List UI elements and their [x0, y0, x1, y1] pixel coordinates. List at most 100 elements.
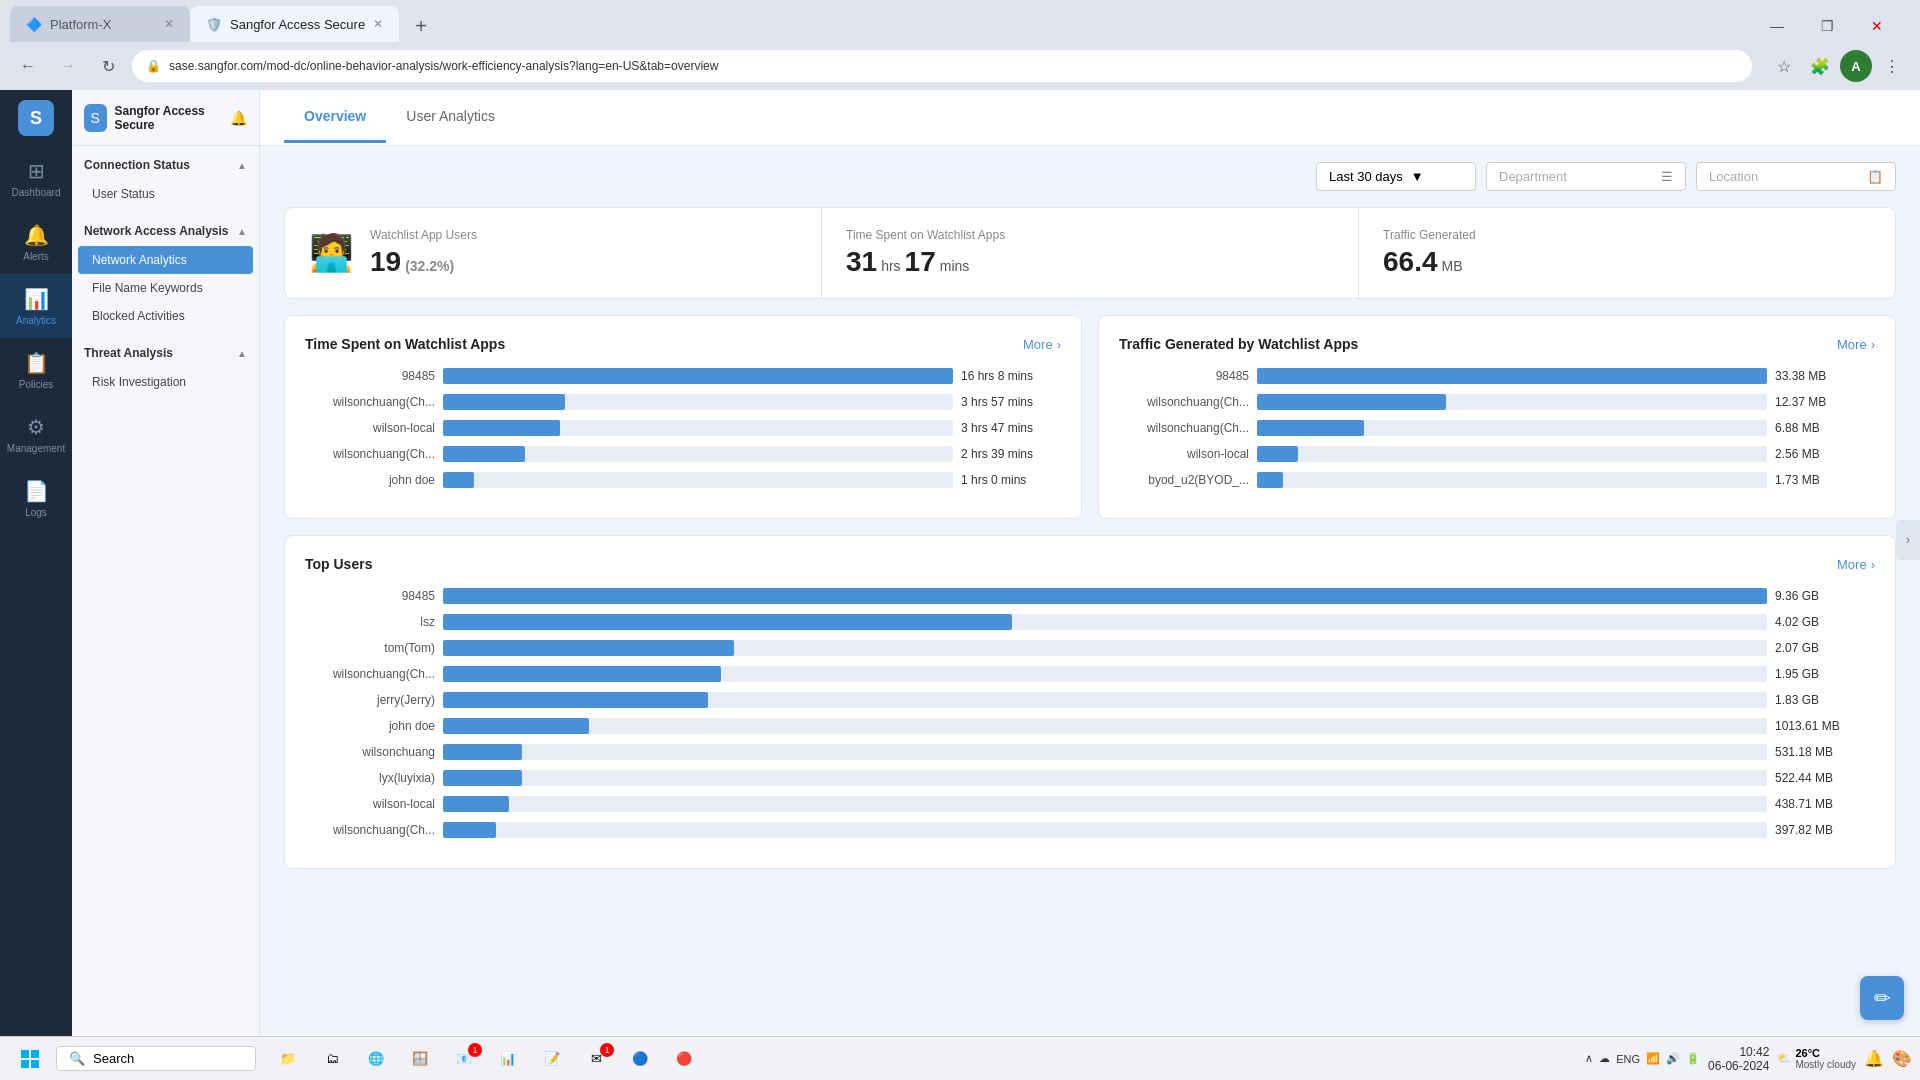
connection-status-chevron: ▲: [237, 160, 247, 171]
refresh-button[interactable]: ↻: [92, 50, 124, 82]
sidebar-item-alerts[interactable]: 🔔 Alerts: [0, 210, 72, 274]
chevron-up-icon[interactable]: ∧: [1585, 1052, 1593, 1065]
bar-fill: [443, 796, 509, 812]
sidebar-item-logs[interactable]: 📄 Logs: [0, 466, 72, 530]
bar-value: 3 hrs 47 mins: [961, 421, 1061, 435]
bar-fill: [443, 368, 953, 384]
location-input[interactable]: Location 📋: [1696, 162, 1896, 191]
management-icon: ⚙: [27, 415, 45, 439]
department-placeholder: Department: [1499, 169, 1567, 184]
close-button[interactable]: ✕: [1854, 10, 1900, 42]
tab-overview[interactable]: Overview: [284, 92, 386, 143]
tab1-favicon: 🔷: [26, 17, 42, 32]
sidebar-item-dashboard[interactable]: ⊞ Dashboard: [0, 146, 72, 210]
time-spent-more-button[interactable]: More ›: [1023, 337, 1061, 352]
bar-label: wilsonchuang(Ch...: [305, 667, 435, 681]
bar-fill: [1257, 394, 1446, 410]
traffic-more-button[interactable]: More ›: [1837, 337, 1875, 352]
sidebar-item-analytics[interactable]: 📊 Analytics: [0, 274, 72, 338]
new-tab-button[interactable]: +: [407, 11, 435, 42]
taskbar-app-explorer[interactable]: 🗂: [312, 1041, 352, 1077]
department-input[interactable]: Department ☰: [1486, 162, 1686, 191]
sidebar-item-management[interactable]: ⚙ Management: [0, 402, 72, 466]
bar-fill: [443, 394, 565, 410]
bar-value: 12.37 MB: [1775, 395, 1875, 409]
browser-tab-1[interactable]: 🔷 Platform-X ✕: [10, 6, 190, 42]
taskbar-app-teams[interactable]: ✉ 1: [576, 1041, 616, 1077]
blocked-activities-label: Blocked Activities: [92, 309, 185, 323]
bar-value: 3 hrs 57 mins: [961, 395, 1061, 409]
search-icon: 🔍: [69, 1051, 85, 1066]
taskbar-app-powerpoint[interactable]: 📊: [488, 1041, 528, 1077]
bar-row: lsz4.02 GB: [305, 614, 1875, 630]
policies-icon: 📋: [24, 351, 49, 375]
sidebar-item-blocked-activities[interactable]: Blocked Activities: [72, 302, 259, 330]
taskbar-time[interactable]: 10:42 06-06-2024: [1708, 1045, 1769, 1073]
panel-bell-icon[interactable]: 🔔: [230, 110, 247, 126]
taskbar-app-store[interactable]: 🪟: [400, 1041, 440, 1077]
traffic-chart: Traffic Generated by Watchlist Apps More…: [1098, 315, 1896, 519]
maximize-button[interactable]: ❐: [1804, 10, 1850, 42]
bar-value: 2 hrs 39 mins: [961, 447, 1061, 461]
extensions-button[interactable]: 🧩: [1804, 50, 1836, 82]
bookmark-button[interactable]: ☆: [1768, 50, 1800, 82]
bar-track: [443, 744, 1767, 760]
taskbar-app-chrome[interactable]: 🔵: [620, 1041, 660, 1077]
sidebar-item-policies[interactable]: 📋 Policies: [0, 338, 72, 402]
traffic-chart-title: Traffic Generated by Watchlist Apps: [1119, 336, 1358, 352]
connection-status-label: Connection Status: [84, 158, 190, 172]
teams-badge: 1: [600, 1043, 614, 1057]
network-access-header[interactable]: Network Access Analysis ▲: [72, 216, 259, 246]
start-button[interactable]: [8, 1041, 52, 1077]
taskbar-sys-tray: ∧ ☁ ENG 📶 🔊 🔋: [1585, 1052, 1700, 1065]
taskbar-apps: 📁 🗂 🌐 🪟 📧 1 📊 📝 ✉ 1 🔵 🔴: [268, 1041, 704, 1077]
taskbar-app-files[interactable]: 📁: [268, 1041, 308, 1077]
date-range-chevron: ▼: [1411, 169, 1424, 184]
network-access-label: Network Access Analysis: [84, 224, 229, 238]
bar-row: jerry(Jerry)1.83 GB: [305, 692, 1875, 708]
taskbar-app-word[interactable]: 📝: [532, 1041, 572, 1077]
bar-fill: [443, 446, 525, 462]
taskbar-search[interactable]: 🔍 Search: [56, 1046, 256, 1071]
svg-rect-0: [21, 1050, 29, 1058]
taskbar-app-outlook[interactable]: 📧 1: [444, 1041, 484, 1077]
bar-row: 9848533.38 MB: [1119, 368, 1875, 384]
address-bar[interactable]: 🔒 sase.sangfor.com/mod-dc/online-behavio…: [132, 50, 1752, 82]
sidebar-item-risk-investigation[interactable]: Risk Investigation: [72, 368, 259, 396]
forward-button[interactable]: →: [52, 50, 84, 82]
profile-button[interactable]: A: [1840, 50, 1872, 82]
bar-fill: [443, 718, 589, 734]
top-users-more-button[interactable]: More ›: [1837, 557, 1875, 572]
sidebar-expand-button[interactable]: ›: [1896, 520, 1920, 560]
threat-analysis-header[interactable]: Threat Analysis ▲: [72, 338, 259, 368]
bar-track: [443, 368, 953, 384]
tab1-close[interactable]: ✕: [164, 17, 174, 31]
bar-track: [1257, 446, 1767, 462]
bar-row: byod_u2(BYOD_...1.73 MB: [1119, 472, 1875, 488]
tab-user-analytics[interactable]: User Analytics: [386, 92, 515, 143]
notification-bell-icon[interactable]: 🔔: [1864, 1049, 1884, 1068]
floating-action-button[interactable]: ✏: [1860, 976, 1904, 1020]
back-button[interactable]: ←: [12, 50, 44, 82]
connection-status-header[interactable]: Connection Status ▲: [72, 150, 259, 180]
menu-button[interactable]: ⋮: [1876, 50, 1908, 82]
minimize-button[interactable]: —: [1754, 10, 1800, 42]
time-spent-chart-title: Time Spent on Watchlist Apps: [305, 336, 505, 352]
bar-label: wilsonchuang(Ch...: [305, 823, 435, 837]
sidebar-item-user-status[interactable]: User Status: [72, 180, 259, 208]
browser-tab-2[interactable]: 🛡️ Sangfor Access Secure ✕: [190, 6, 399, 42]
bar-track: [443, 420, 953, 436]
time-spent-value: 31 hrs 17 mins: [846, 246, 1334, 278]
tab2-close[interactable]: ✕: [373, 17, 383, 31]
taskbar-app-edge[interactable]: 🌐: [356, 1041, 396, 1077]
bar-fill: [1257, 368, 1767, 384]
bar-value: 1.73 MB: [1775, 473, 1875, 487]
sidebar-item-network-analytics[interactable]: Network Analytics: [78, 246, 253, 274]
tab-user-analytics-label: User Analytics: [406, 108, 495, 124]
sidebar-item-file-name-keywords[interactable]: File Name Keywords: [72, 274, 259, 302]
date-range-select[interactable]: Last 30 days ▼: [1316, 162, 1476, 191]
taskbar-right: ∧ ☁ ENG 📶 🔊 🔋 10:42 06-06-2024 ⛅ 26°C Mo…: [1585, 1045, 1912, 1073]
network-access-chevron: ▲: [237, 226, 247, 237]
alerts-icon: 🔔: [24, 223, 49, 247]
taskbar-app-other[interactable]: 🔴: [664, 1041, 704, 1077]
